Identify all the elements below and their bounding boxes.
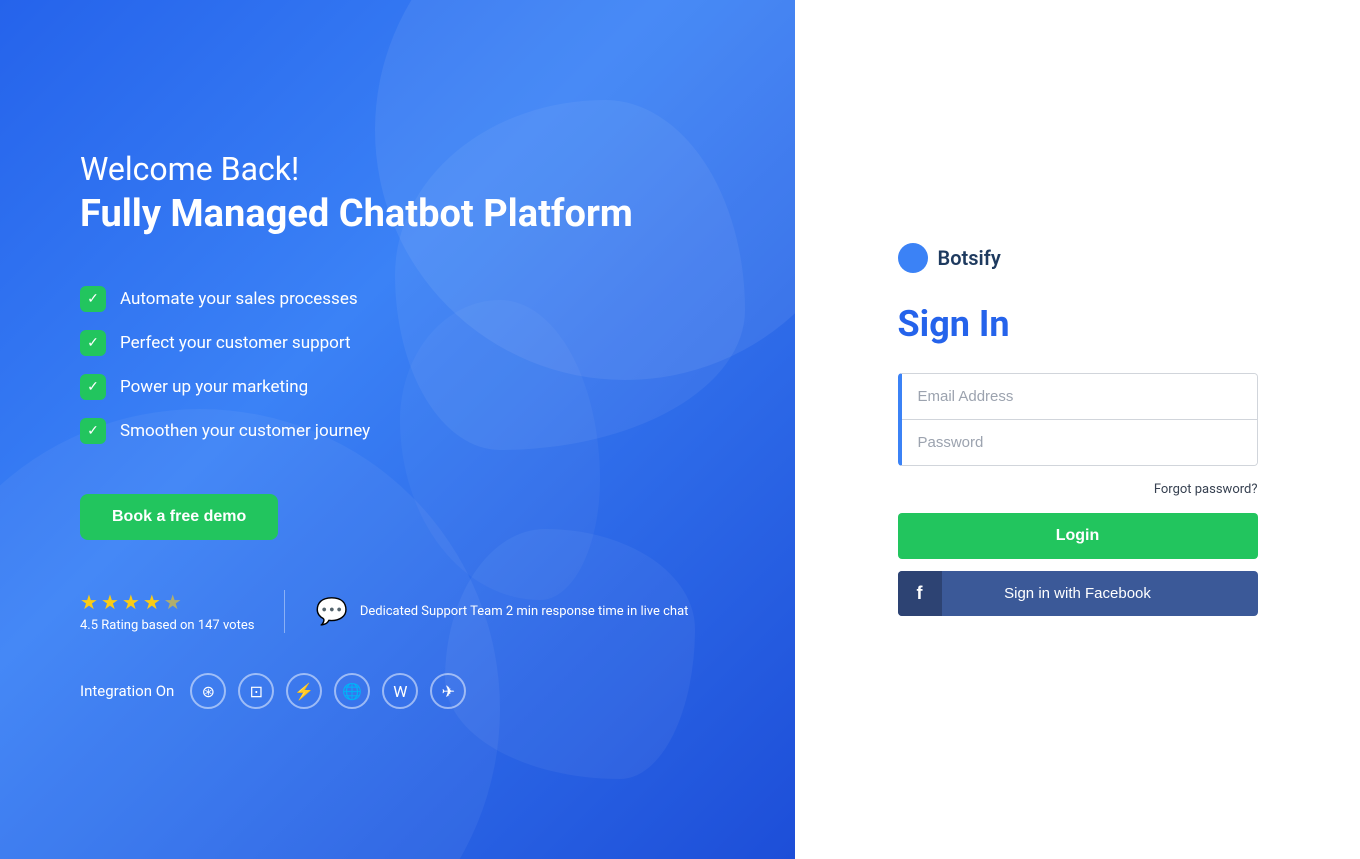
right-panel: Botsify Sign In Forgot password? Login f…	[795, 0, 1360, 859]
left-panel: Welcome Back! Fully Managed Chatbot Plat…	[0, 0, 795, 859]
check-icon: ✓	[80, 418, 106, 444]
feature-text: Smoothen your customer journey	[120, 421, 370, 441]
features-list: ✓ Automate your sales processes ✓ Perfec…	[80, 286, 715, 444]
platform-title: Fully Managed Chatbot Platform	[80, 192, 715, 236]
login-form-container: Botsify Sign In Forgot password? Login f…	[898, 243, 1258, 616]
credentials-input-group	[898, 373, 1258, 466]
social-proof: ★ ★ ★ ★ ★ 4.5 Rating based on 147 votes …	[80, 590, 715, 633]
whatsapp-icon: ⊛	[190, 673, 226, 709]
logo-name: Botsify	[938, 246, 1001, 270]
globe-icon: 🌐	[334, 673, 370, 709]
forgot-password-link[interactable]: Forgot password?	[1154, 482, 1258, 497]
welcome-text: Welcome Back!	[80, 150, 715, 188]
livechat-icon: ⊡	[238, 673, 274, 709]
star-2: ★	[101, 590, 119, 614]
email-input[interactable]	[902, 374, 1257, 419]
check-icon: ✓	[80, 286, 106, 312]
facebook-button-label: Sign in with Facebook	[912, 585, 1244, 602]
chat-bubble-icon: 💬	[315, 597, 347, 627]
forgot-password-row: Forgot password?	[898, 482, 1258, 497]
star-1: ★	[80, 590, 98, 614]
integration-label: Integration On	[80, 682, 174, 700]
stars-row: ★ ★ ★ ★ ★	[80, 590, 254, 614]
integration-row: Integration On ⊛ ⊡ ⚡ 🌐 W ✈	[80, 673, 715, 709]
support-block: 💬 Dedicated Support Team 2 min response …	[285, 597, 688, 627]
book-demo-button[interactable]: Book a free demo	[80, 494, 278, 540]
feature-text: Power up your marketing	[120, 377, 308, 397]
password-input[interactable]	[902, 420, 1257, 465]
check-icon: ✓	[80, 330, 106, 356]
feature-item: ✓ Power up your marketing	[80, 374, 715, 400]
check-icon: ✓	[80, 374, 106, 400]
facebook-icon: f	[898, 571, 942, 616]
feature-item: ✓ Smoothen your customer journey	[80, 418, 715, 444]
integration-icons: ⊛ ⊡ ⚡ 🌐 W ✈	[190, 673, 466, 709]
facebook-signin-button[interactable]: f Sign in with Facebook	[898, 571, 1258, 616]
star-4: ★	[143, 590, 161, 614]
left-content: Welcome Back! Fully Managed Chatbot Plat…	[80, 150, 715, 709]
sign-in-title: Sign In	[898, 303, 1258, 345]
telegram-icon: ✈	[430, 673, 466, 709]
feature-text: Automate your sales processes	[120, 289, 358, 309]
rating-text: 4.5 Rating based on 147 votes	[80, 618, 254, 633]
wordpress-icon: W	[382, 673, 418, 709]
feature-item: ✓ Automate your sales processes	[80, 286, 715, 312]
feature-text: Perfect your customer support	[120, 333, 351, 353]
star-3: ★	[122, 590, 140, 614]
star-half: ★	[164, 590, 182, 614]
logo-circle	[898, 243, 928, 273]
messenger-icon: ⚡	[286, 673, 322, 709]
rating-block: ★ ★ ★ ★ ★ 4.5 Rating based on 147 votes	[80, 590, 285, 633]
logo-row: Botsify	[898, 243, 1258, 273]
feature-item: ✓ Perfect your customer support	[80, 330, 715, 356]
support-text: Dedicated Support Team 2 min response ti…	[360, 602, 689, 622]
login-button[interactable]: Login	[898, 513, 1258, 559]
